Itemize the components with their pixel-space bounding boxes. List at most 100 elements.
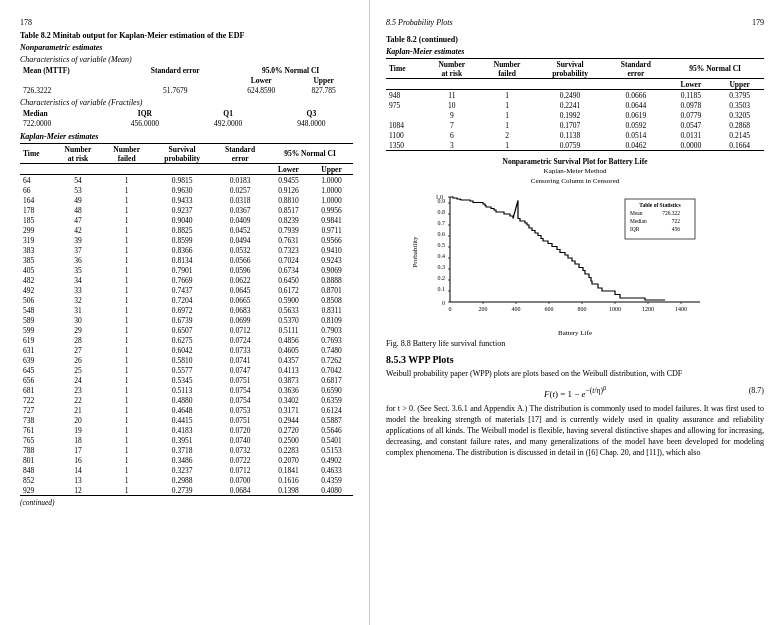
km-left-cell: 0.4415 <box>151 415 213 425</box>
km-left-cell: 0.8239 <box>267 215 310 225</box>
km-left-cell: 0.6124 <box>310 405 353 415</box>
svg-text:600: 600 <box>545 306 554 312</box>
km-right-cell: 0.0000 <box>666 140 715 151</box>
svg-text:456: 456 <box>672 226 681 232</box>
km-left-cell: 1 <box>102 195 151 205</box>
km-left-row: 3193910.85990.04940.76310.9566 <box>20 235 353 245</box>
km-left-cell: 0.6359 <box>310 395 353 405</box>
km-left-cell: 0.9566 <box>310 235 353 245</box>
km-right-row: 910.19920.06190.07790.3205 <box>386 110 764 120</box>
km-right-cell: 0.2868 <box>715 120 764 130</box>
km-left-cell: 0.9956 <box>310 205 353 215</box>
km-left-cell: 0.4183 <box>151 425 213 435</box>
km-right-cell: 0.1992 <box>535 110 606 120</box>
km-left-cell: 0.0532 <box>213 245 267 255</box>
km-left-cell: 0.8508 <box>310 295 353 305</box>
km2-col-ci: 95% Normal CI <box>666 59 764 79</box>
km-left-cell: 722 <box>20 395 54 405</box>
km-left-cell: 0.0712 <box>213 325 267 335</box>
km-left-row: 5893010.67390.06990.53700.8109 <box>20 315 353 325</box>
km-left-cell: 0.0733 <box>213 345 267 355</box>
km-left-cell: 0.5900 <box>267 295 310 305</box>
km-left-cell: 645 <box>20 365 54 375</box>
km-left-cell: 64 <box>20 175 54 186</box>
km-left-cell: 0.3237 <box>151 465 213 475</box>
km2-col-surv: Survivalprobability <box>535 59 606 79</box>
km-left-cell: 738 <box>20 415 54 425</box>
km-right-cell: 1 <box>479 110 534 120</box>
km-left-cell: 0.3171 <box>267 405 310 415</box>
km-left-cell: 1 <box>102 285 151 295</box>
km-left-row: 3853610.81340.05660.70240.9243 <box>20 255 353 265</box>
std-error-header: Standard error <box>122 65 228 75</box>
km-left-cell: 33 <box>54 285 103 295</box>
section-header-right: 8.5 Probability Plots <box>386 18 453 27</box>
km-right-cell: 0.1707 <box>535 120 606 130</box>
plot-subtitle2: Censoring Column in Censored <box>386 177 764 185</box>
km-table-right: Time Numberat risk Numberfailed Survival… <box>386 58 764 151</box>
km-left-cell: 599 <box>20 325 54 335</box>
km-right-cell: 3 <box>424 140 479 151</box>
km-right-cell: 975 <box>386 100 424 110</box>
km-left-cell: 37 <box>54 245 103 255</box>
km-left-cell: 0.5646 <box>310 425 353 435</box>
km-left-cell: 0.7631 <box>267 235 310 245</box>
km-left-cell: 0.4080 <box>310 485 353 496</box>
median-header: Median <box>20 108 103 118</box>
km-col-surv: Survivalprobability <box>151 144 213 164</box>
km-left-cell: 0.7042 <box>310 365 353 375</box>
km-left-cell: 53 <box>54 185 103 195</box>
km-left-cell: 0.9433 <box>151 195 213 205</box>
km-left-cell: 0.7903 <box>310 325 353 335</box>
km-left-cell: 0.9815 <box>151 175 213 186</box>
km-col-ci: 95% Normal CI <box>267 144 353 164</box>
km-left-cell: 385 <box>20 255 54 265</box>
km-left-cell: 0.5370 <box>267 315 310 325</box>
km-right-cell: 0.0644 <box>605 100 666 110</box>
km-left-cell: 1 <box>102 415 151 425</box>
km-left-cell: 0.6450 <box>267 275 310 285</box>
km-left-cell: 1 <box>102 465 151 475</box>
km-left-cell: 0.9841 <box>310 215 353 225</box>
km-left-cell: 0.7669 <box>151 275 213 285</box>
plot-x-label: Battery Life <box>386 329 764 337</box>
km-right-cell: 10 <box>424 100 479 110</box>
km-left-cell: 0.8311 <box>310 305 353 315</box>
km-left-cell: 0.5887 <box>310 415 353 425</box>
km-col-lower: Lower <box>267 164 310 175</box>
km-right-cell: 0.0131 <box>666 130 715 140</box>
km-left-cell: 589 <box>20 315 54 325</box>
km-left-cell: 0.8134 <box>151 255 213 265</box>
km-right-cell: 1 <box>479 120 534 130</box>
q3-header: Q3 <box>270 108 353 118</box>
km-right-cell: 0.0592 <box>605 120 666 130</box>
lower-header: Lower <box>228 75 294 85</box>
km-label: Kaplan-Meier estimates <box>20 132 353 141</box>
km-left-cell: 0.9040 <box>151 215 213 225</box>
km-left-cell: 383 <box>20 245 54 255</box>
km-right-cell: 0.1138 <box>535 130 606 140</box>
km-left-cell: 0.2070 <box>267 455 310 465</box>
km-left-cell: 0.4648 <box>151 405 213 415</box>
km-left-row: 7272110.46480.07530.31710.6124 <box>20 405 353 415</box>
km-right-cell: 0.0514 <box>605 130 666 140</box>
svg-text:Probability: Probability <box>411 236 419 268</box>
plot-title: Nonparametric Survival Plot for Battery … <box>386 157 764 166</box>
km-left-cell: 14 <box>54 465 103 475</box>
km-left-row: 6812310.51130.07540.36360.6590 <box>20 385 353 395</box>
km-left-cell: 1 <box>102 335 151 345</box>
km-left-cell: 19 <box>54 425 103 435</box>
km-left-cell: 0.0318 <box>213 195 267 205</box>
km-left-cell: 0.5633 <box>267 305 310 315</box>
svg-text:Table of Statistics: Table of Statistics <box>639 202 680 208</box>
km-left-cell: 492 <box>20 285 54 295</box>
km-left-cell: 0.7323 <box>267 245 310 255</box>
km-left-cell: 0.0367 <box>213 205 267 215</box>
svg-text:Mean: Mean <box>630 210 643 216</box>
km-left-cell: 35 <box>54 265 103 275</box>
km-left-cell: 1 <box>102 215 151 225</box>
km-left-cell: 1 <box>102 345 151 355</box>
km-left-cell: 1 <box>102 445 151 455</box>
km-left-row: 8521310.29880.07000.16160.4359 <box>20 475 353 485</box>
svg-text:1400: 1400 <box>675 306 687 312</box>
